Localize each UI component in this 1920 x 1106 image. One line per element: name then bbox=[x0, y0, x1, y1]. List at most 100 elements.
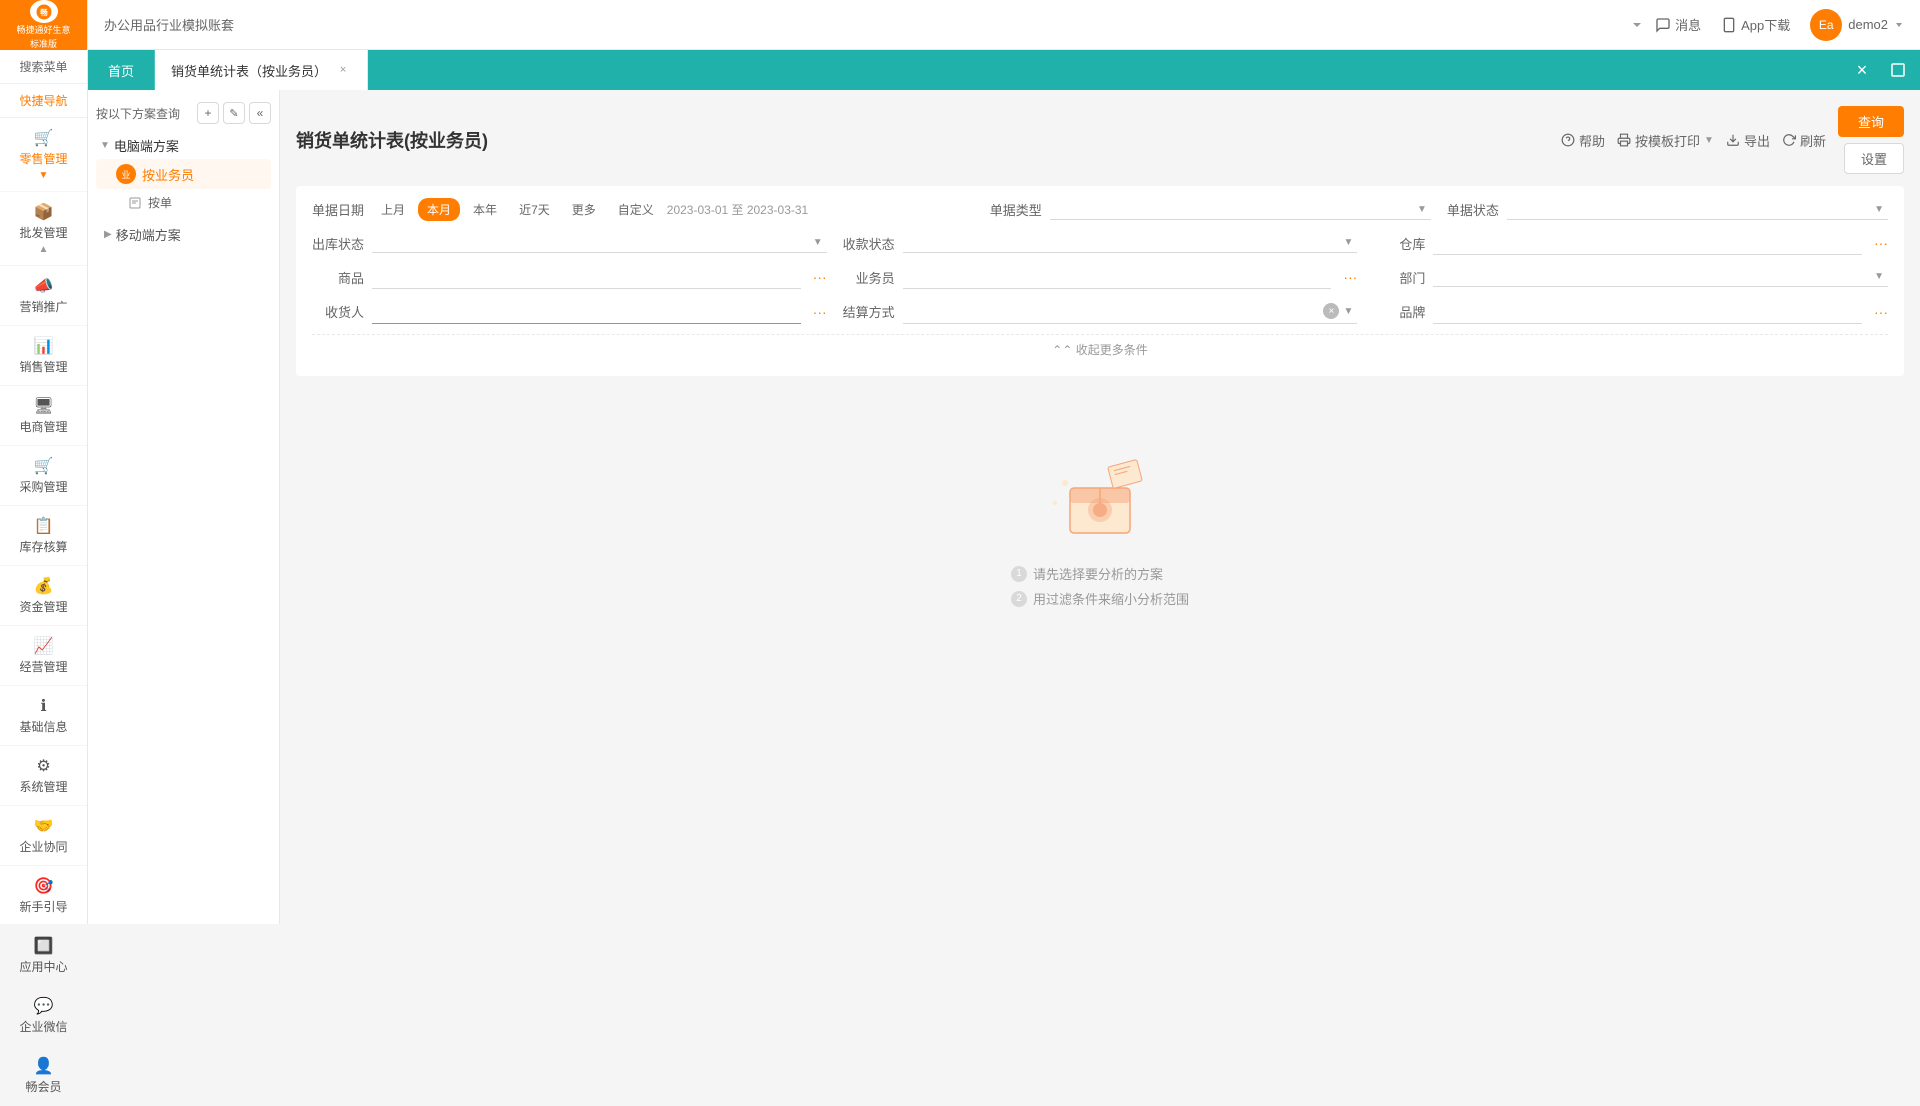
consignee-more-btn[interactable]: ··· bbox=[813, 304, 827, 320]
basic-icon: ℹ bbox=[4, 696, 83, 716]
sidebar-item-inventory[interactable]: 📋 库存核算 bbox=[0, 506, 87, 566]
sidebar-item-operation-label: 经营管理 bbox=[4, 658, 83, 675]
sidebar-item-operation[interactable]: 📈 经营管理 bbox=[0, 626, 87, 686]
refresh-label: 刷新 bbox=[1800, 131, 1826, 150]
sidebar-item-enterprise[interactable]: 🤝 企业协同 bbox=[0, 806, 87, 866]
pc-group-header[interactable]: ▼ 电脑端方案 bbox=[96, 132, 271, 159]
system-icon: ⚙ bbox=[4, 756, 83, 776]
tip-num-1: 1 bbox=[1011, 566, 1027, 582]
warehouse-more-btn[interactable]: ··· bbox=[1874, 235, 1888, 251]
goods-more-btn[interactable]: ··· bbox=[813, 269, 827, 285]
refresh-btn[interactable]: 刷新 bbox=[1782, 131, 1826, 150]
sidebar-item-member[interactable]: 👤 畅会员 bbox=[0, 1046, 87, 1106]
sidebar-item-guide[interactable]: 🎯 新手引导 bbox=[0, 866, 87, 926]
mobile-plan-group[interactable]: ▶ 移动端方案 bbox=[96, 220, 271, 249]
consignee-field: 收货人 ··· bbox=[312, 300, 827, 324]
payment-clear-btn[interactable]: × bbox=[1323, 303, 1339, 319]
warehouse-input[interactable] bbox=[1433, 231, 1862, 255]
salesman-more-btn[interactable]: ··· bbox=[1343, 269, 1357, 285]
sidebar-item-wholesale-label: 批发管理 bbox=[4, 224, 83, 241]
collect-status-select[interactable]: ▼ bbox=[903, 233, 1358, 253]
payment-select[interactable]: × ▼ bbox=[903, 299, 1358, 324]
collapse-panel-btn[interactable]: « bbox=[249, 102, 271, 124]
help-icon bbox=[1561, 133, 1575, 147]
sidebar-item-system[interactable]: ⚙ 系统管理 bbox=[0, 746, 87, 806]
plan-sub-item-bill[interactable]: 按单 bbox=[96, 189, 271, 216]
dept-select[interactable]: ▼ bbox=[1433, 267, 1888, 287]
edit-plan-btn[interactable]: ✎ bbox=[223, 102, 245, 124]
tab-maximize-btn[interactable] bbox=[1884, 56, 1912, 84]
sidebar-item-basic[interactable]: ℹ 基础信息 bbox=[0, 686, 87, 746]
out-status-arrow: ▼ bbox=[813, 237, 823, 248]
operation-icon: 📈 bbox=[4, 636, 83, 656]
sidebar-item-wecom[interactable]: 💬 企业微信 bbox=[0, 986, 87, 1046]
warehouse-label: 仓库 bbox=[1373, 234, 1425, 253]
print-btn[interactable]: 按模板打印 ▼ bbox=[1617, 131, 1714, 150]
user-dropdown-icon bbox=[1894, 20, 1904, 30]
message-btn[interactable]: 消息 bbox=[1655, 15, 1701, 34]
help-btn[interactable]: 帮助 bbox=[1561, 131, 1605, 150]
out-status-label: 出库状态 bbox=[312, 234, 364, 253]
print-dropdown-icon[interactable]: ▼ bbox=[1704, 135, 1714, 146]
bill-status-arrow: ▼ bbox=[1874, 204, 1884, 215]
query-button[interactable]: 查询 bbox=[1838, 106, 1904, 137]
page-title-bar: 销货单统计表(按业务员) 帮助 按模板打印 ▼ 导出 bbox=[296, 106, 1904, 174]
out-status-field: 出库状态 ▼ bbox=[312, 233, 827, 253]
sidebar-item-sales[interactable]: 📊 销售管理 bbox=[0, 326, 87, 386]
user-profile[interactable]: Ea demo2 bbox=[1810, 9, 1904, 41]
mobile-group-label: 移动端方案 bbox=[116, 225, 181, 244]
mobile-group-arrow: ▶ bbox=[104, 229, 112, 240]
settings-button[interactable]: 设置 bbox=[1844, 143, 1904, 174]
empty-tip-1-text: 请先选择要分析的方案 bbox=[1033, 564, 1163, 583]
maximize-icon bbox=[1890, 62, 1906, 78]
goods-input[interactable] bbox=[372, 265, 801, 289]
brand-input[interactable] bbox=[1433, 300, 1862, 324]
sidebar-item-appstore[interactable]: 🔲 应用中心 bbox=[0, 926, 87, 986]
tab-sales-stats[interactable]: 销货单统计表（按业务员） × bbox=[155, 50, 368, 90]
filter-row-4: 收货人 ··· 结算方式 × ▼ 品牌 bbox=[312, 299, 1888, 324]
sidebar-item-finance[interactable]: 💰 资金管理 bbox=[0, 566, 87, 626]
tab-close-window-btn[interactable]: × bbox=[1848, 56, 1876, 84]
sidebar-item-wholesale[interactable]: 📦 批发管理 ▲ bbox=[0, 192, 87, 266]
filter-area: 单据日期 上月 本月 本年 近7天 更多 自定义 2023-03-01 至 20… bbox=[296, 186, 1904, 376]
app-download-btn[interactable]: App下载 bbox=[1721, 15, 1790, 34]
date-tab-this-month[interactable]: 本月 bbox=[418, 198, 460, 221]
bill-type-select[interactable]: ▼ bbox=[1050, 200, 1431, 220]
salesman-input[interactable] bbox=[903, 265, 1332, 289]
app-logo[interactable]: 畅 畅捷通好生意 标准版 bbox=[0, 0, 87, 50]
collect-status-arrow: ▼ bbox=[1343, 237, 1353, 248]
date-tab-more[interactable]: 更多 bbox=[563, 198, 605, 221]
brand-more-btn[interactable]: ··· bbox=[1874, 304, 1888, 320]
date-tab-this-year[interactable]: 本年 bbox=[464, 198, 506, 221]
collapse-arrow: ⌃⌃ bbox=[1052, 343, 1075, 357]
plan-item-by-salesman[interactable]: 业 按业务员 bbox=[96, 159, 271, 189]
sidebar-item-ecommerce[interactable]: 🖥 电商管理 bbox=[0, 386, 87, 446]
search-menu[interactable]: 搜索菜单 bbox=[0, 50, 87, 84]
payment-arrow: ▼ bbox=[1343, 306, 1353, 317]
tab-close-btn[interactable]: × bbox=[335, 62, 351, 78]
refresh-icon bbox=[1782, 133, 1796, 147]
bill-status-select[interactable]: ▼ bbox=[1507, 200, 1888, 220]
quick-nav[interactable]: 快捷导航 bbox=[0, 84, 87, 118]
purchase-icon: 🛒 bbox=[4, 456, 83, 476]
collect-status-field: 收款状态 ▼ bbox=[843, 233, 1358, 253]
sidebar-item-purchase[interactable]: 🛒 采购管理 bbox=[0, 446, 87, 506]
guide-icon: 🎯 bbox=[4, 876, 83, 896]
out-status-select[interactable]: ▼ bbox=[372, 233, 827, 253]
date-tab-custom[interactable]: 自定义 bbox=[609, 198, 663, 221]
export-btn[interactable]: 导出 bbox=[1726, 131, 1770, 150]
enterprise-icon: 🤝 bbox=[4, 816, 83, 836]
sidebar-item-marketing[interactable]: 📣 营销推广 bbox=[0, 266, 87, 326]
date-tab-7days[interactable]: 近7天 bbox=[510, 198, 559, 221]
add-plan-btn[interactable]: + bbox=[197, 102, 219, 124]
dropdown-icon[interactable] bbox=[1631, 19, 1643, 31]
collapse-bar[interactable]: ⌃⌃ 收起更多条件 bbox=[312, 334, 1888, 364]
sidebar-item-retail[interactable]: 🛒 零售管理 ▼ bbox=[0, 118, 87, 192]
dept-field: 部门 ▼ bbox=[1373, 267, 1888, 287]
tab-home[interactable]: 首页 bbox=[88, 50, 155, 90]
topbar-actions: 消息 App下载 Ea demo2 bbox=[1655, 9, 1904, 41]
date-tab-last-month[interactable]: 上月 bbox=[372, 198, 414, 221]
sidebar: 畅 畅捷通好生意 标准版 搜索菜单 快捷导航 🛒 零售管理 ▼ 📦 批发管理 ▲… bbox=[0, 0, 88, 924]
sidebar-item-system-label: 系统管理 bbox=[4, 778, 83, 795]
consignee-input[interactable] bbox=[372, 300, 801, 324]
